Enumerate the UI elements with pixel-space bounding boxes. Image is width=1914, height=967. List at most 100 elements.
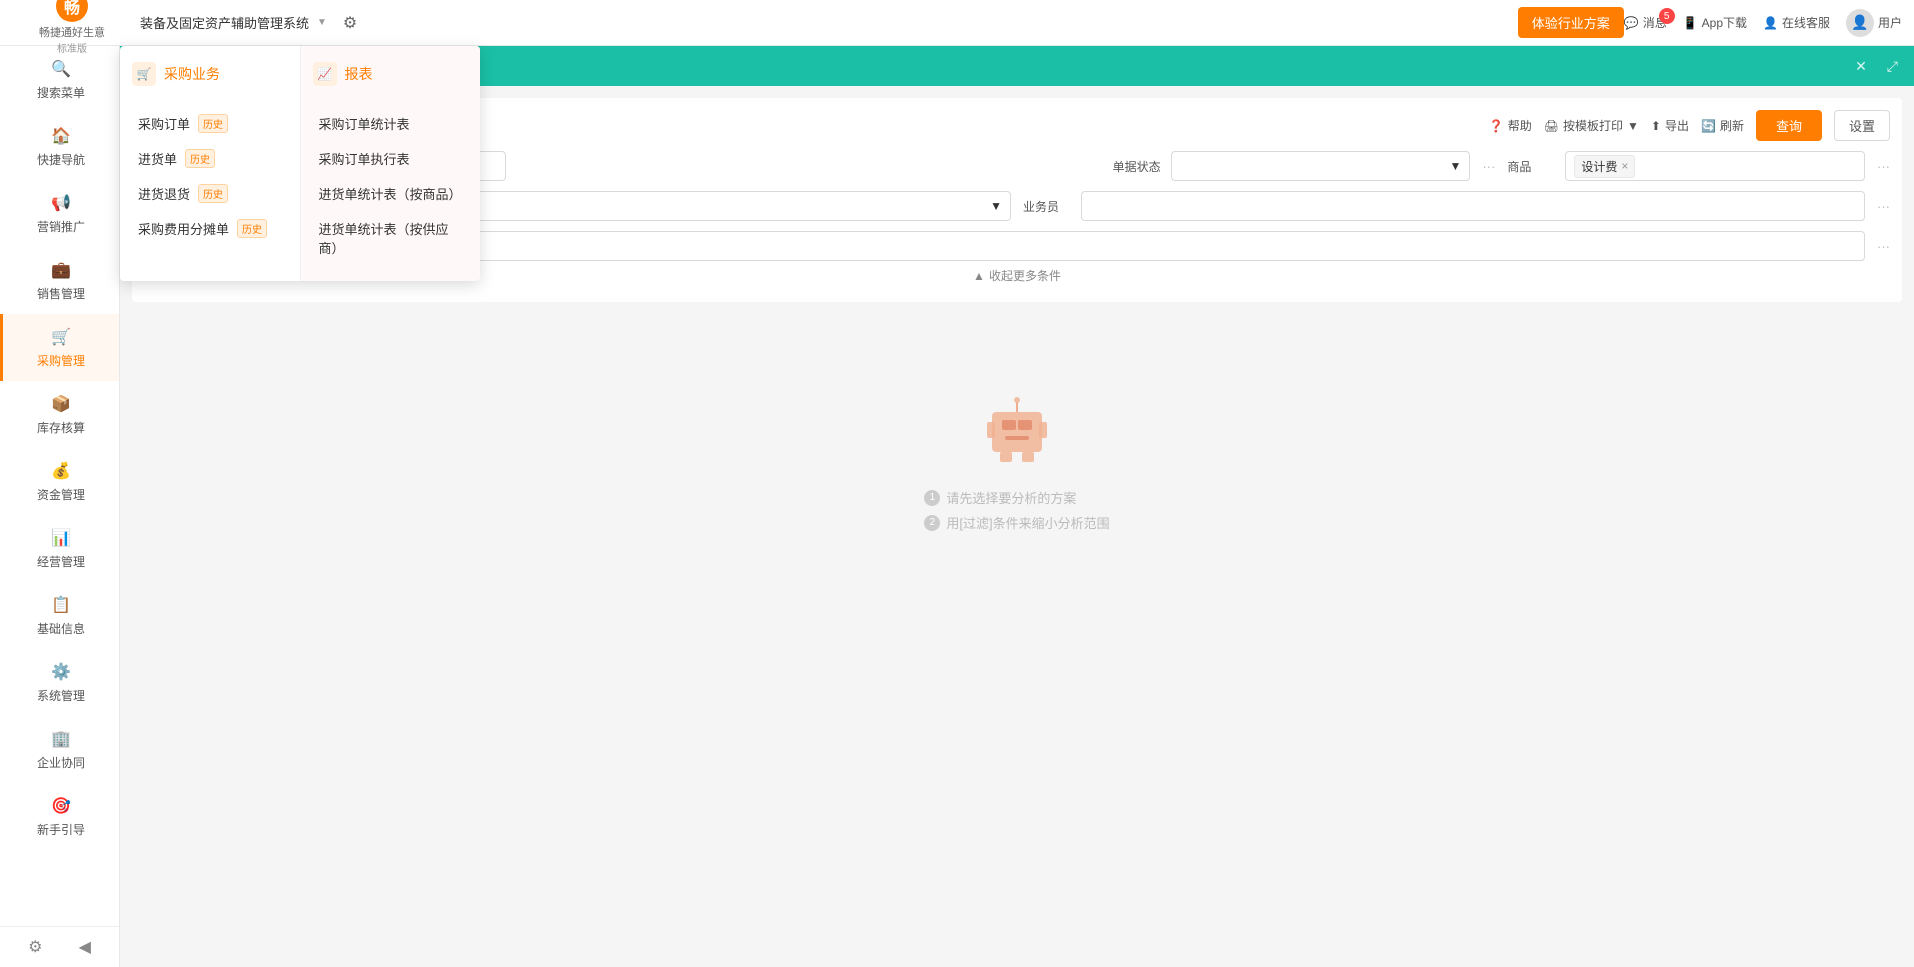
- dropdown-item-goods-receipt[interactable]: 进货单 历史: [132, 141, 288, 176]
- goods-tag-close[interactable]: ×: [1621, 159, 1628, 173]
- print-btn[interactable]: 🖨 按模板打印 ▼: [1544, 117, 1639, 134]
- sidebar-label-purchase: 采购管理: [37, 352, 85, 369]
- dropdown-item-purchase-expense[interactable]: 采购费用分摊单 历史: [132, 211, 288, 246]
- goods-return-history: 历史: [198, 184, 228, 203]
- sidebar-item-operation[interactable]: 📊 经营管理: [0, 515, 119, 582]
- industry-btn[interactable]: 体验行业方案: [1518, 7, 1624, 38]
- collapse-up-icon: ▲: [973, 269, 985, 283]
- online-service-btn[interactable]: 👤 在线客服: [1763, 14, 1830, 31]
- sidebar-item-basic[interactable]: 📋 基础信息: [0, 582, 119, 649]
- sidebar-item-marketing[interactable]: 📢 营销推广: [0, 180, 119, 247]
- dropdown-item-receipt-stats-supplier[interactable]: 进货单统计表（按供应商）: [313, 211, 469, 265]
- help-icon: ❓: [1489, 119, 1504, 133]
- logo-text: 畅捷通好生意: [39, 24, 105, 40]
- reports-col-icon: 📈: [313, 62, 337, 86]
- sidebar-label-finance: 资金管理: [37, 486, 85, 503]
- tab-resize-btn[interactable]: ⤢: [1879, 54, 1906, 79]
- dropdown-item-goods-return[interactable]: 进货退货 历史: [132, 176, 288, 211]
- export-btn[interactable]: ⬆ 导出: [1651, 117, 1689, 134]
- refresh-btn[interactable]: 🔄 刷新: [1701, 117, 1744, 134]
- goods-receipt-label: 进货单: [138, 149, 177, 168]
- tab-right-controls: ✕ ⤢: [1839, 46, 1914, 86]
- goods-tag-text: 设计费: [1581, 158, 1617, 175]
- sidebar-label-guide: 新手引导: [37, 821, 85, 838]
- query-btn[interactable]: 查询: [1756, 110, 1822, 141]
- sidebar-label-system: 系统管理: [37, 687, 85, 704]
- filter-goods: 商品 设计费 × ···: [1507, 151, 1890, 181]
- dropdown-item-order-stats[interactable]: 采购订单统计表: [313, 106, 469, 141]
- filter-salesperson: 业务员 ···: [1023, 191, 1890, 221]
- goods-receipt-history: 历史: [185, 149, 215, 168]
- doc-status-select[interactable]: ▼: [1171, 151, 1471, 181]
- sidebar-bottom: ⚙ ◀: [0, 926, 119, 967]
- refresh-icon: 🔄: [1701, 119, 1716, 133]
- goods-dots[interactable]: ···: [1877, 159, 1890, 174]
- sidebar-item-purchase[interactable]: 🛒 采购管理: [0, 314, 119, 381]
- doc-status-chevron: ▼: [1449, 159, 1461, 173]
- sidebar-settings-icon[interactable]: ⚙: [28, 937, 42, 957]
- help-btn[interactable]: ❓ 帮助: [1489, 117, 1532, 134]
- messages-btn[interactable]: 💬 消息 5: [1624, 14, 1667, 31]
- print-dropdown-icon: ▼: [1627, 119, 1639, 133]
- dropdown-col-reports: 📈 报表 采购订单统计表 采购订单执行表 进货单统计表（按商品） 进货单统计表（…: [300, 46, 481, 281]
- system-dropdown-icon[interactable]: ▼: [317, 17, 327, 28]
- purchase-dropdown-menu: 🛒 采购业务 采购订单 历史 进货单 历史 进货退货 历史 采购费用分摊单 历史…: [120, 46, 480, 281]
- help-label: 帮助: [1508, 117, 1532, 134]
- sidebar-item-sales[interactable]: 💼 销售管理: [0, 247, 119, 314]
- app-download-label: App下载: [1702, 14, 1747, 31]
- tab-close-btn[interactable]: ✕: [1847, 54, 1875, 79]
- dropdown-item-purchase-order[interactable]: 采购订单 历史: [132, 106, 288, 141]
- customer-dots[interactable]: ···: [1877, 239, 1890, 254]
- settings-btn[interactable]: 设置: [1834, 110, 1890, 141]
- dropdown-col1-title: 采购业务: [164, 64, 220, 84]
- sidebar-item-search[interactable]: 🔍 搜索菜单: [0, 46, 119, 113]
- system-settings-icon[interactable]: ⚙: [343, 13, 357, 33]
- sidebar-label-sales: 销售管理: [37, 285, 85, 302]
- dropdown-col1-header: 🛒 采购业务: [132, 62, 288, 94]
- sidebar-label-enterprise: 企业协同: [37, 754, 85, 771]
- home-icon: 🏠: [50, 125, 72, 147]
- sidebar-label-quick-nav: 快捷导航: [37, 151, 85, 168]
- export-label: 导出: [1665, 117, 1689, 134]
- sidebar-item-quick-nav[interactable]: 🏠 快捷导航: [0, 113, 119, 180]
- doc-status-dots[interactable]: ···: [1482, 159, 1495, 174]
- finance-icon: 💰: [50, 460, 72, 482]
- sidebar-label-operation: 经营管理: [37, 553, 85, 570]
- filter-doc-status: 单据状态 ▼ ···: [1113, 151, 1496, 181]
- sidebar-label-search: 搜索菜单: [37, 84, 85, 101]
- dropdown-col2-title: 报表: [345, 64, 373, 84]
- sidebar-collapse-icon[interactable]: ◀: [79, 937, 91, 957]
- salesperson-select[interactable]: [1081, 191, 1865, 221]
- salesperson-dots[interactable]: ···: [1877, 199, 1890, 214]
- print-icon: 🖨: [1544, 119, 1559, 133]
- dropdown-item-order-exec[interactable]: 采购订单执行表: [313, 141, 469, 176]
- doc-status-label: 单据状态: [1113, 158, 1163, 175]
- sidebar-item-enterprise[interactable]: 🏢 企业协同: [0, 716, 119, 783]
- system-name-text: 装备及固定资产辅助管理系统: [140, 13, 309, 32]
- goods-select[interactable]: 设计费 ×: [1565, 151, 1865, 181]
- sidebar-item-inventory[interactable]: 📦 库存核算: [0, 381, 119, 448]
- search-icon: 🔍: [50, 58, 72, 80]
- sidebar-item-system[interactable]: ⚙️ 系统管理: [0, 649, 119, 716]
- dropdown-item-receipt-stats-goods[interactable]: 进货单统计表（按商品）: [313, 176, 469, 211]
- system-name-area: 装备及固定资产辅助管理系统 ▼ ⚙: [140, 13, 1518, 33]
- online-service-label: 在线客服: [1782, 14, 1830, 31]
- app-download-btn[interactable]: 📱 App下载: [1683, 14, 1747, 31]
- logo-sub: 标准版: [57, 40, 87, 55]
- sidebar-item-guide[interactable]: 🎯 新手引导: [0, 783, 119, 850]
- order-exec-label: 采购订单执行表: [319, 149, 410, 168]
- salesperson-label: 业务员: [1023, 198, 1073, 215]
- empty-text: 1 请先选择要分析的方案 2 用[过滤]条件来缩小分析范围: [924, 488, 1109, 538]
- hint1-text: 请先选择要分析的方案: [946, 488, 1076, 507]
- dropdown-col2-header: 📈 报表: [313, 62, 469, 94]
- phone-icon: 📱: [1683, 16, 1698, 30]
- sidebar-label-basic: 基础信息: [37, 620, 85, 637]
- goods-tag: 设计费 ×: [1574, 155, 1635, 178]
- message-icon: 💬: [1624, 16, 1639, 30]
- purchase-order-label: 采购订单: [138, 114, 190, 133]
- collapse-text: 收起更多条件: [989, 267, 1061, 284]
- rank-item-chevron: ▼: [990, 199, 1002, 213]
- user-btn[interactable]: 👤 用户: [1846, 9, 1902, 37]
- inventory-icon: 📦: [50, 393, 72, 415]
- sidebar-item-finance[interactable]: 💰 资金管理: [0, 448, 119, 515]
